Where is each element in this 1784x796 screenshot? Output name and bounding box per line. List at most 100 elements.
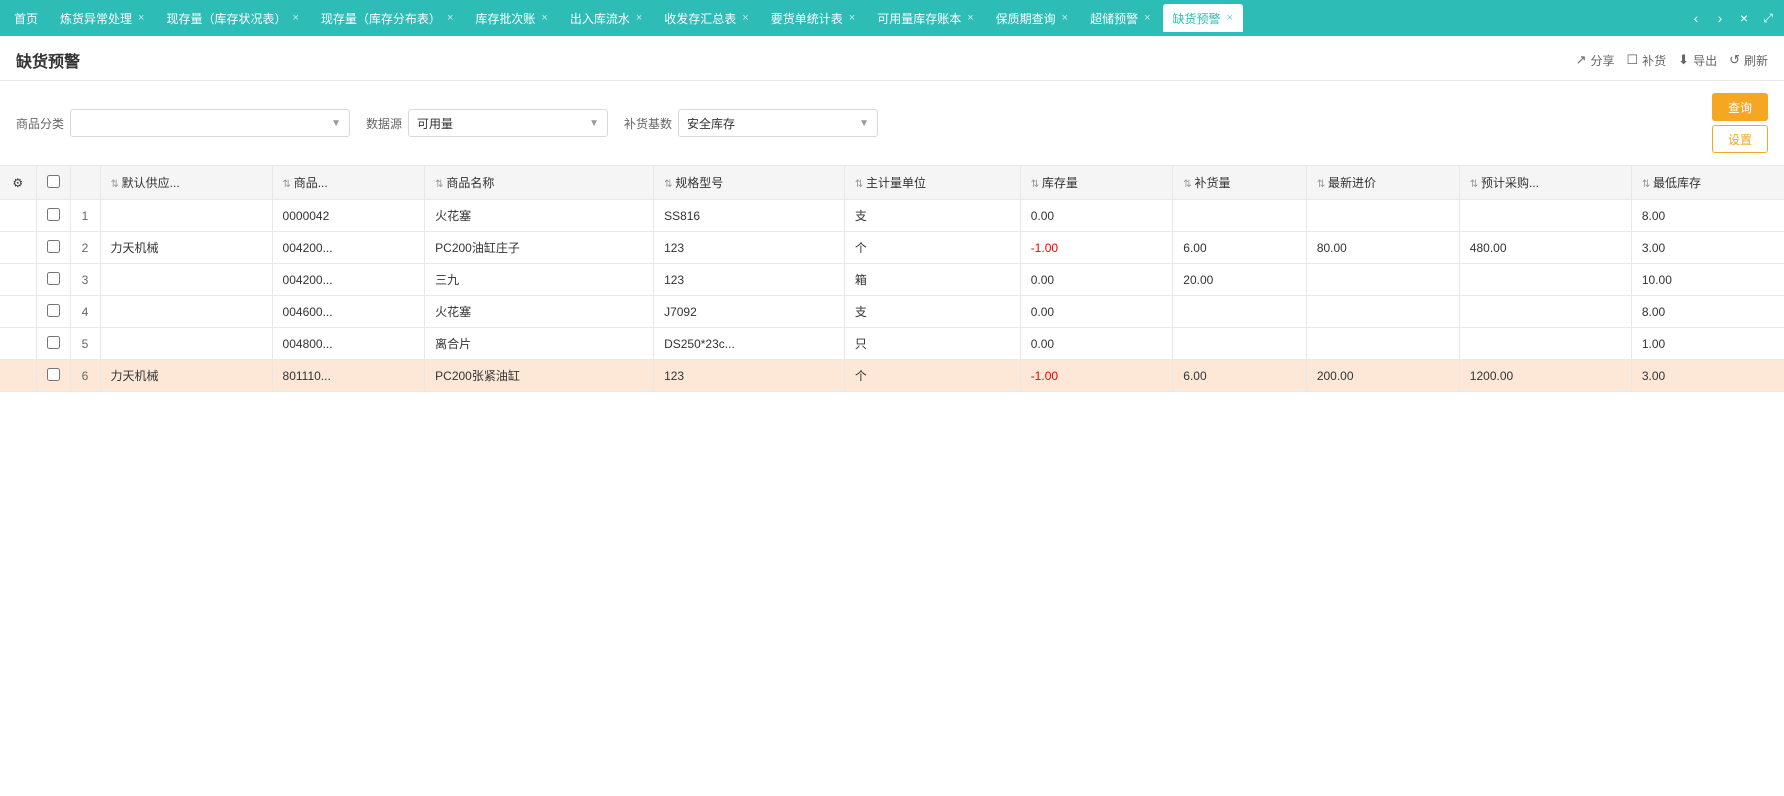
td-min-stock-5: 3.00: [1631, 360, 1784, 392]
row-checkbox-2[interactable]: [47, 272, 60, 285]
datasource-value: 可用量: [417, 115, 453, 132]
tab-fullscreen-btn[interactable]: ⤢: [1756, 6, 1780, 30]
tab-inventory-status[interactable]: 现存量（库存状况表）×: [156, 4, 308, 32]
row-checkbox-5[interactable]: [47, 368, 60, 381]
th-est-purchase[interactable]: 预计采购...: [1459, 166, 1631, 200]
tab-close-shortage[interactable]: ×: [1227, 12, 1233, 24]
td-checkbox-5[interactable]: [36, 360, 70, 392]
td-settings-3: [0, 296, 36, 328]
restock-base-value: 安全库存: [687, 115, 735, 132]
row-checkbox-0[interactable]: [47, 208, 60, 221]
supply-button[interactable]: ☐ 补货: [1626, 52, 1666, 69]
tab-inventory-dist[interactable]: 现存量（库存分布表）×: [311, 4, 463, 32]
td-code-4: 004800...: [272, 328, 425, 360]
td-min-stock-0: 8.00: [1631, 200, 1784, 232]
tab-shortage[interactable]: 缺货预警×: [1163, 4, 1243, 32]
refresh-button[interactable]: ↺ 刷新: [1729, 52, 1768, 69]
query-button[interactable]: 查询: [1712, 93, 1768, 121]
tab-close-overstock[interactable]: ×: [1144, 12, 1150, 24]
td-checkbox-1[interactable]: [36, 232, 70, 264]
td-code-0: 0000042: [272, 200, 425, 232]
tab-recv-summary[interactable]: 收发存汇总表×: [654, 4, 758, 32]
category-select[interactable]: ▼: [70, 109, 350, 137]
tab-prev-btn[interactable]: ‹: [1684, 6, 1708, 30]
tab-close-recv-summary[interactable]: ×: [742, 12, 748, 24]
th-name[interactable]: 商品名称: [425, 166, 654, 200]
td-unit-5: 个: [844, 360, 1020, 392]
th-stock[interactable]: 库存量: [1020, 166, 1173, 200]
tab-label: 要货单统计表: [771, 10, 843, 27]
th-num: [70, 166, 100, 200]
tab-close-inventory-dist[interactable]: ×: [447, 12, 453, 24]
filter-actions: 查询 设置: [1712, 93, 1768, 153]
tab-close-inout-flow[interactable]: ×: [636, 12, 642, 24]
td-checkbox-0[interactable]: [36, 200, 70, 232]
row-checkbox-3[interactable]: [47, 304, 60, 317]
row-checkbox-4[interactable]: [47, 336, 60, 349]
th-code[interactable]: 商品...: [272, 166, 425, 200]
th-latest-price[interactable]: 最新进价: [1306, 166, 1459, 200]
th-supplier[interactable]: 默认供应...: [100, 166, 272, 200]
td-latest-price-4: [1306, 328, 1459, 360]
tab-close-abnormal[interactable]: ×: [138, 12, 144, 24]
row-checkbox-1[interactable]: [47, 240, 60, 253]
td-spec-5: 123: [654, 360, 845, 392]
filter-row: 商品分类 ▼ 数据源 可用量 ▼ 补货基数 安全库存 ▼ 查询 设置: [0, 81, 1784, 165]
tab-label: 出入库流水: [570, 10, 630, 27]
settings-button[interactable]: 设置: [1712, 125, 1768, 153]
tab-next-btn[interactable]: ›: [1708, 6, 1732, 30]
th-unit[interactable]: 主计量单位: [844, 166, 1020, 200]
tab-expiry[interactable]: 保质期查询×: [986, 4, 1078, 32]
restock-base-select[interactable]: 安全库存 ▼: [678, 109, 878, 137]
category-filter-group: 商品分类 ▼: [16, 109, 350, 137]
share-button[interactable]: ↗ 分享: [1576, 52, 1615, 69]
td-checkbox-4[interactable]: [36, 328, 70, 360]
th-min-stock[interactable]: 最低库存: [1631, 166, 1784, 200]
tab-close-available-ledger[interactable]: ×: [967, 12, 973, 24]
tab-close-order-stats[interactable]: ×: [849, 12, 855, 24]
td-checkbox-3[interactable]: [36, 296, 70, 328]
td-num-5: 6: [70, 360, 100, 392]
td-spec-4: DS250*23c...: [654, 328, 845, 360]
tab-overstock[interactable]: 超储预警 ×: [1080, 4, 1160, 32]
td-unit-2: 箱: [844, 264, 1020, 296]
td-name-3: 火花塞: [425, 296, 654, 328]
tab-label: 超储预警: [1090, 10, 1138, 27]
td-checkbox-2[interactable]: [36, 264, 70, 296]
th-spec[interactable]: 规格型号: [654, 166, 845, 200]
datasource-label: 数据源: [366, 115, 402, 132]
td-num-2: 3: [70, 264, 100, 296]
datasource-select[interactable]: 可用量 ▼: [408, 109, 608, 137]
td-supplier-4: [100, 328, 272, 360]
tab-home[interactable]: 首页: [4, 4, 48, 32]
tab-close-btn[interactable]: ×: [1732, 6, 1756, 30]
td-settings-4: [0, 328, 36, 360]
td-min-stock-1: 3.00: [1631, 232, 1784, 264]
restock-base-arrow-icon: ▼: [859, 118, 869, 129]
tab-available-ledger[interactable]: 可用量库存账本 ×: [867, 4, 983, 32]
gear-icon[interactable]: ⚙: [12, 176, 23, 190]
td-name-4: 离合片: [425, 328, 654, 360]
page-content: 缺货预警 ↗ 分享 ☐ 补货 ⬇ 导出 ↺ 刷新 商品分类: [0, 36, 1784, 796]
tab-batch-account[interactable]: 库存批次账×: [465, 4, 557, 32]
export-button[interactable]: ⬇ 导出: [1678, 52, 1717, 69]
tab-close-inventory-status[interactable]: ×: [292, 12, 298, 24]
tab-inout-flow[interactable]: 出入库流水 ×: [560, 4, 652, 32]
th-restock[interactable]: 补货量: [1173, 166, 1307, 200]
page-title: 缺货预警: [16, 48, 80, 72]
th-checkbox[interactable]: [36, 166, 70, 200]
tab-order-stats[interactable]: 要货单统计表 ×: [761, 4, 865, 32]
th-settings[interactable]: ⚙: [0, 166, 36, 200]
tab-abnormal[interactable]: 炼货异常处理×: [50, 4, 154, 32]
tab-close-expiry[interactable]: ×: [1062, 12, 1068, 24]
select-all-checkbox[interactable]: [47, 175, 60, 188]
td-min-stock-4: 1.00: [1631, 328, 1784, 360]
datasource-arrow-icon: ▼: [589, 118, 599, 129]
td-unit-4: 只: [844, 328, 1020, 360]
td-est-purchase-5: 1200.00: [1459, 360, 1631, 392]
tab-label: 可用量库存账本: [877, 10, 961, 27]
tab-close-batch-account[interactable]: ×: [541, 12, 547, 24]
restock-base-label: 补货基数: [624, 115, 672, 132]
refresh-icon: ↺: [1729, 52, 1740, 68]
table-row: 1 0000042 火花塞 SS816 支 0.00 8.00: [0, 200, 1784, 232]
